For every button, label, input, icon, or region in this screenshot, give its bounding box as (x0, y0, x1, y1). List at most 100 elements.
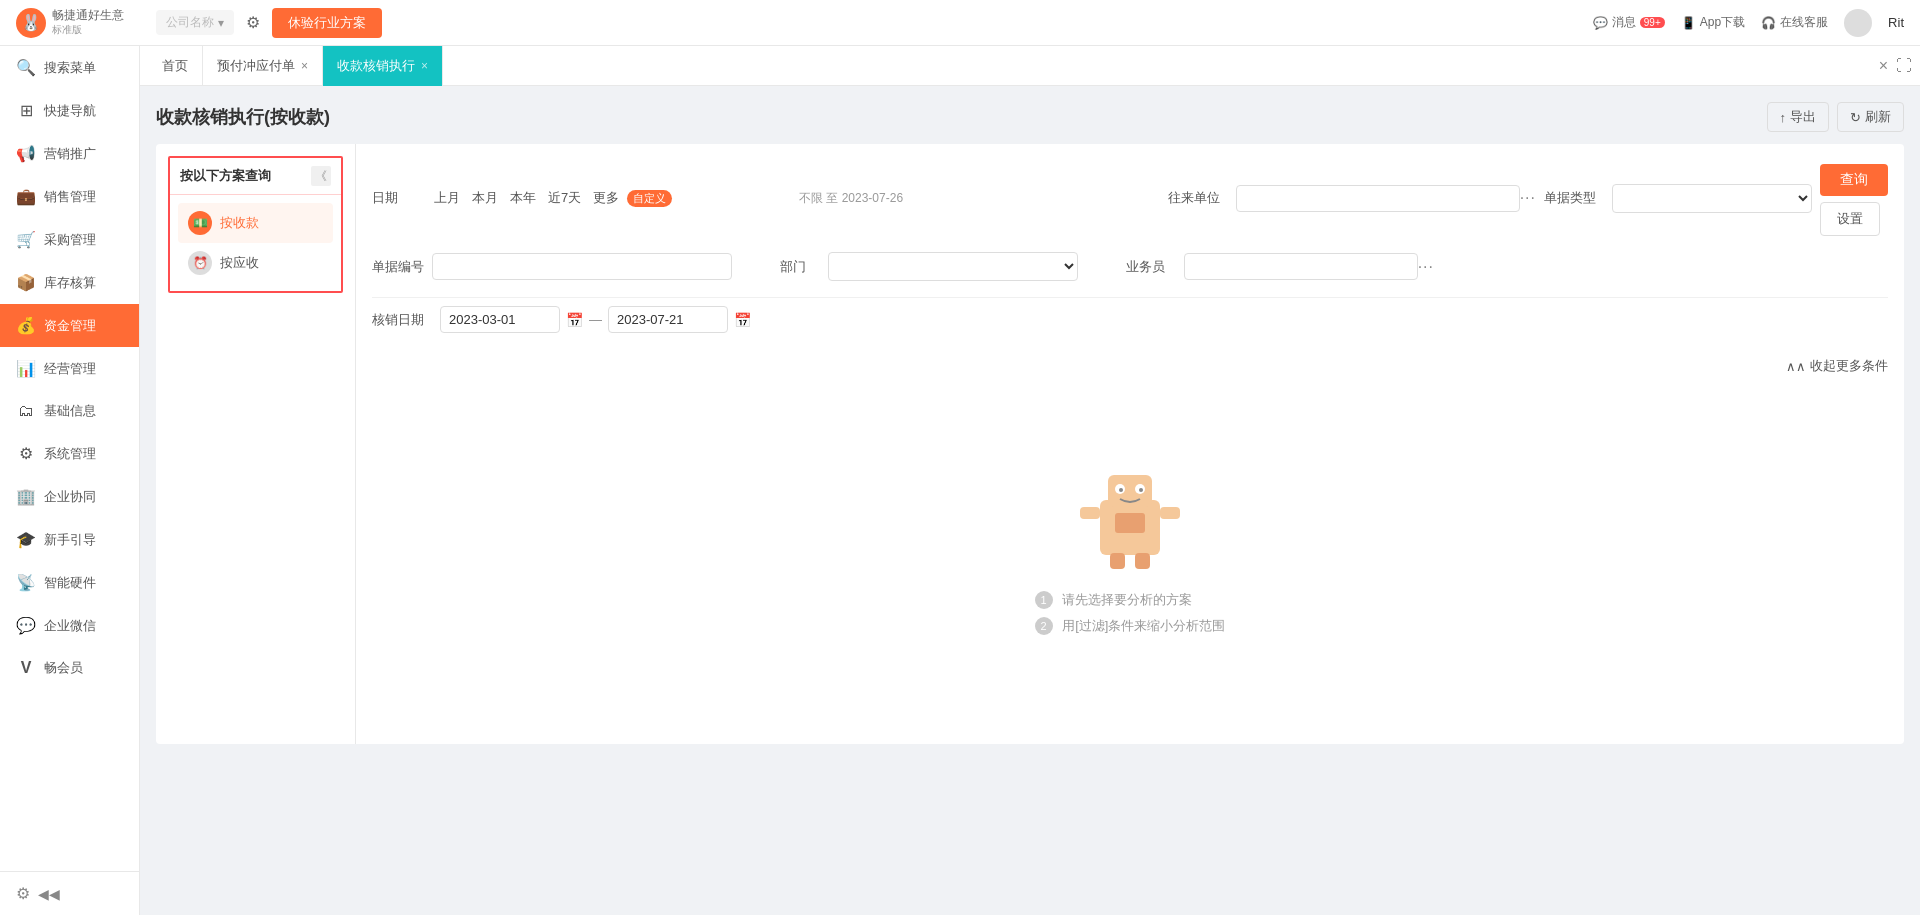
tab-advance-close[interactable]: × (301, 59, 308, 73)
refresh-button[interactable]: ↻ 刷新 (1837, 102, 1904, 132)
date-shortcuts: 上月 本月 本年 近7天 更多 自定义 (430, 187, 791, 209)
calendar-end-icon[interactable]: 📅 (734, 312, 751, 328)
finance-icon: 💰 (16, 316, 36, 335)
sidebar-item-shortcuts[interactable]: ⊞ 快捷导航 (0, 89, 139, 132)
counterpart-dots-button[interactable]: ··· (1520, 189, 1536, 207)
sidebar-item-wechat[interactable]: 💬 企业微信 (0, 604, 139, 647)
sidebar-item-sales[interactable]: 💼 销售管理 (0, 175, 139, 218)
tab-home[interactable]: 首页 (148, 46, 203, 86)
company-selector[interactable]: 公司名称 ▾ (156, 10, 234, 35)
tab-home-label: 首页 (162, 57, 188, 75)
window-close-button[interactable]: × (1879, 57, 1888, 75)
avatar[interactable] (1844, 9, 1872, 37)
gear-icon[interactable]: ⚙ (246, 13, 260, 32)
tip2-text: 用[过滤]条件来缩小分析范围 (1062, 618, 1225, 633)
top-bar: 🐰 畅捷通好生意 标准版 公司名称 ▾ ⚙ 休验行业方案 💬 消息 99+ 📱 … (0, 0, 1920, 46)
sidebar: 🔍 搜索菜单 ⊞ 快捷导航 📢 营销推广 💼 销售管理 🛒 采购管理 📦 库存核… (0, 46, 140, 915)
write-off-date-range: 📅 — 📅 (440, 306, 751, 333)
shortcut-this-month[interactable]: 本月 (468, 187, 502, 209)
form-right-buttons: 查询 设置 (1820, 160, 1888, 236)
industry-button[interactable]: 休验行业方案 (272, 8, 382, 38)
logo-icon: 🐰 (16, 8, 46, 38)
system-icon: ⚙ (16, 444, 36, 463)
calendar-start-icon[interactable]: 📅 (566, 312, 583, 328)
sidebar-bottom: ⚙ ◀◀ (0, 871, 139, 915)
write-off-start-input[interactable] (440, 306, 560, 333)
filter-collapse-button[interactable]: 《 (311, 166, 331, 186)
counterpart-input[interactable] (1236, 185, 1520, 212)
form-row-3: 核销日期 📅 — 📅 (372, 306, 1888, 333)
staff-input[interactable] (1184, 253, 1418, 280)
tab-receipt-write-off[interactable]: 收款核销执行 × (323, 46, 443, 86)
shortcut-more[interactable]: 更多 (589, 187, 623, 209)
shortcut-7days[interactable]: 近7天 (544, 187, 585, 209)
sidebar-item-operations[interactable]: 📊 经营管理 (0, 347, 139, 390)
staff-label: 业务员 (1126, 258, 1176, 276)
page-header: 收款核销执行(按收款) ↑ 导出 ↻ 刷新 (156, 102, 1904, 132)
sidebar-label-wechat: 企业微信 (44, 617, 96, 635)
app-name: 畅捷通好生意 (52, 8, 124, 22)
bill-type-select[interactable] (1612, 184, 1812, 213)
online-service-button[interactable]: 🎧 在线客服 (1761, 14, 1828, 31)
form-divider (372, 297, 1888, 298)
svg-rect-8 (1110, 553, 1125, 569)
counterpart-label: 往来单位 (1168, 189, 1228, 207)
bill-type-field (1612, 184, 1812, 213)
sidebar-item-finance[interactable]: 💰 资金管理 (0, 304, 139, 347)
form-row-2: 单据编号 部门 业务员 ··· (372, 252, 1888, 281)
export-button[interactable]: ↑ 导出 (1767, 102, 1830, 132)
receivable-icon: ⏰ (188, 251, 212, 275)
shortcut-this-year[interactable]: 本年 (506, 187, 540, 209)
sidebar-item-search[interactable]: 🔍 搜索菜单 (0, 46, 139, 89)
sidebar-label-marketing: 营销推广 (44, 145, 96, 163)
bill-no-input[interactable] (432, 253, 732, 280)
date-hint: 不限 至 2023-07-26 (799, 190, 1160, 207)
sidebar-label-enterprise: 企业协同 (44, 488, 96, 506)
sidebar-item-guide[interactable]: 🎓 新手引导 (0, 518, 139, 561)
page-content: 收款核销执行(按收款) ↑ 导出 ↻ 刷新 按以下方案查询 《 (140, 86, 1920, 915)
search-icon: 🔍 (16, 58, 36, 77)
filter-title: 按以下方案查询 (180, 167, 271, 185)
sidebar-item-enterprise[interactable]: 🏢 企业协同 (0, 475, 139, 518)
sidebar-label-operations: 经营管理 (44, 360, 96, 378)
query-button[interactable]: 查询 (1820, 164, 1888, 196)
sidebar-label-system: 系统管理 (44, 445, 96, 463)
date-label: 日期 (372, 189, 422, 207)
shortcut-last-month[interactable]: 上月 (430, 187, 464, 209)
bottom-settings-icon[interactable]: ⚙ (16, 884, 30, 903)
top-bar-right: 💬 消息 99+ 📱 App下载 🎧 在线客服 Rit (1593, 9, 1904, 37)
sidebar-item-basics[interactable]: 🗂 基础信息 (0, 390, 139, 432)
sidebar-item-hardware[interactable]: 📡 智能硬件 (0, 561, 139, 604)
purchase-icon: 🛒 (16, 230, 36, 249)
settings-button[interactable]: 设置 (1820, 202, 1880, 236)
sidebar-item-system[interactable]: ⚙ 系统管理 (0, 432, 139, 475)
empty-tips: 1 请先选择要分析的方案 2 用[过滤]条件来缩小分析范围 (1035, 587, 1226, 639)
staff-dots-button[interactable]: ··· (1418, 258, 1434, 276)
marketing-icon: 📢 (16, 144, 36, 163)
messages-badge: 99+ (1640, 17, 1665, 28)
tab-receipt-close[interactable]: × (421, 59, 428, 73)
company-name: 公司名称 (166, 14, 214, 31)
dept-select[interactable] (828, 252, 1078, 281)
messages-label: 消息 (1612, 14, 1636, 31)
sidebar-item-marketing[interactable]: 📢 营销推广 (0, 132, 139, 175)
app-download-label: App下载 (1700, 14, 1745, 31)
window-expand-button[interactable]: ⛶ (1896, 57, 1912, 75)
sidebar-item-purchase[interactable]: 🛒 采购管理 (0, 218, 139, 261)
sidebar-item-vip[interactable]: V 畅会员 (0, 647, 139, 689)
filter-option-receipt[interactable]: 💵 按收款 (178, 203, 333, 243)
collapse-more-label: 收起更多条件 (1810, 357, 1888, 375)
grid-icon: ⊞ (16, 101, 36, 120)
bill-type-label: 单据类型 (1544, 189, 1604, 207)
messages-button[interactable]: 💬 消息 99+ (1593, 14, 1665, 31)
write-off-end-input[interactable] (608, 306, 728, 333)
tab-advance-payment[interactable]: 预付冲应付单 × (203, 46, 323, 86)
collapse-more-button[interactable]: ∧∧ 收起更多条件 (1786, 357, 1888, 375)
sidebar-item-inventory[interactable]: 📦 库存核算 (0, 261, 139, 304)
receipt-icon: 💵 (188, 211, 212, 235)
dept-label: 部门 (780, 258, 820, 276)
sidebar-collapse-icon[interactable]: ◀◀ (38, 886, 60, 902)
bill-no-field (432, 253, 732, 280)
filter-option-receivable[interactable]: ⏰ 按应收 (178, 243, 333, 283)
app-download-button[interactable]: 📱 App下载 (1681, 14, 1745, 31)
